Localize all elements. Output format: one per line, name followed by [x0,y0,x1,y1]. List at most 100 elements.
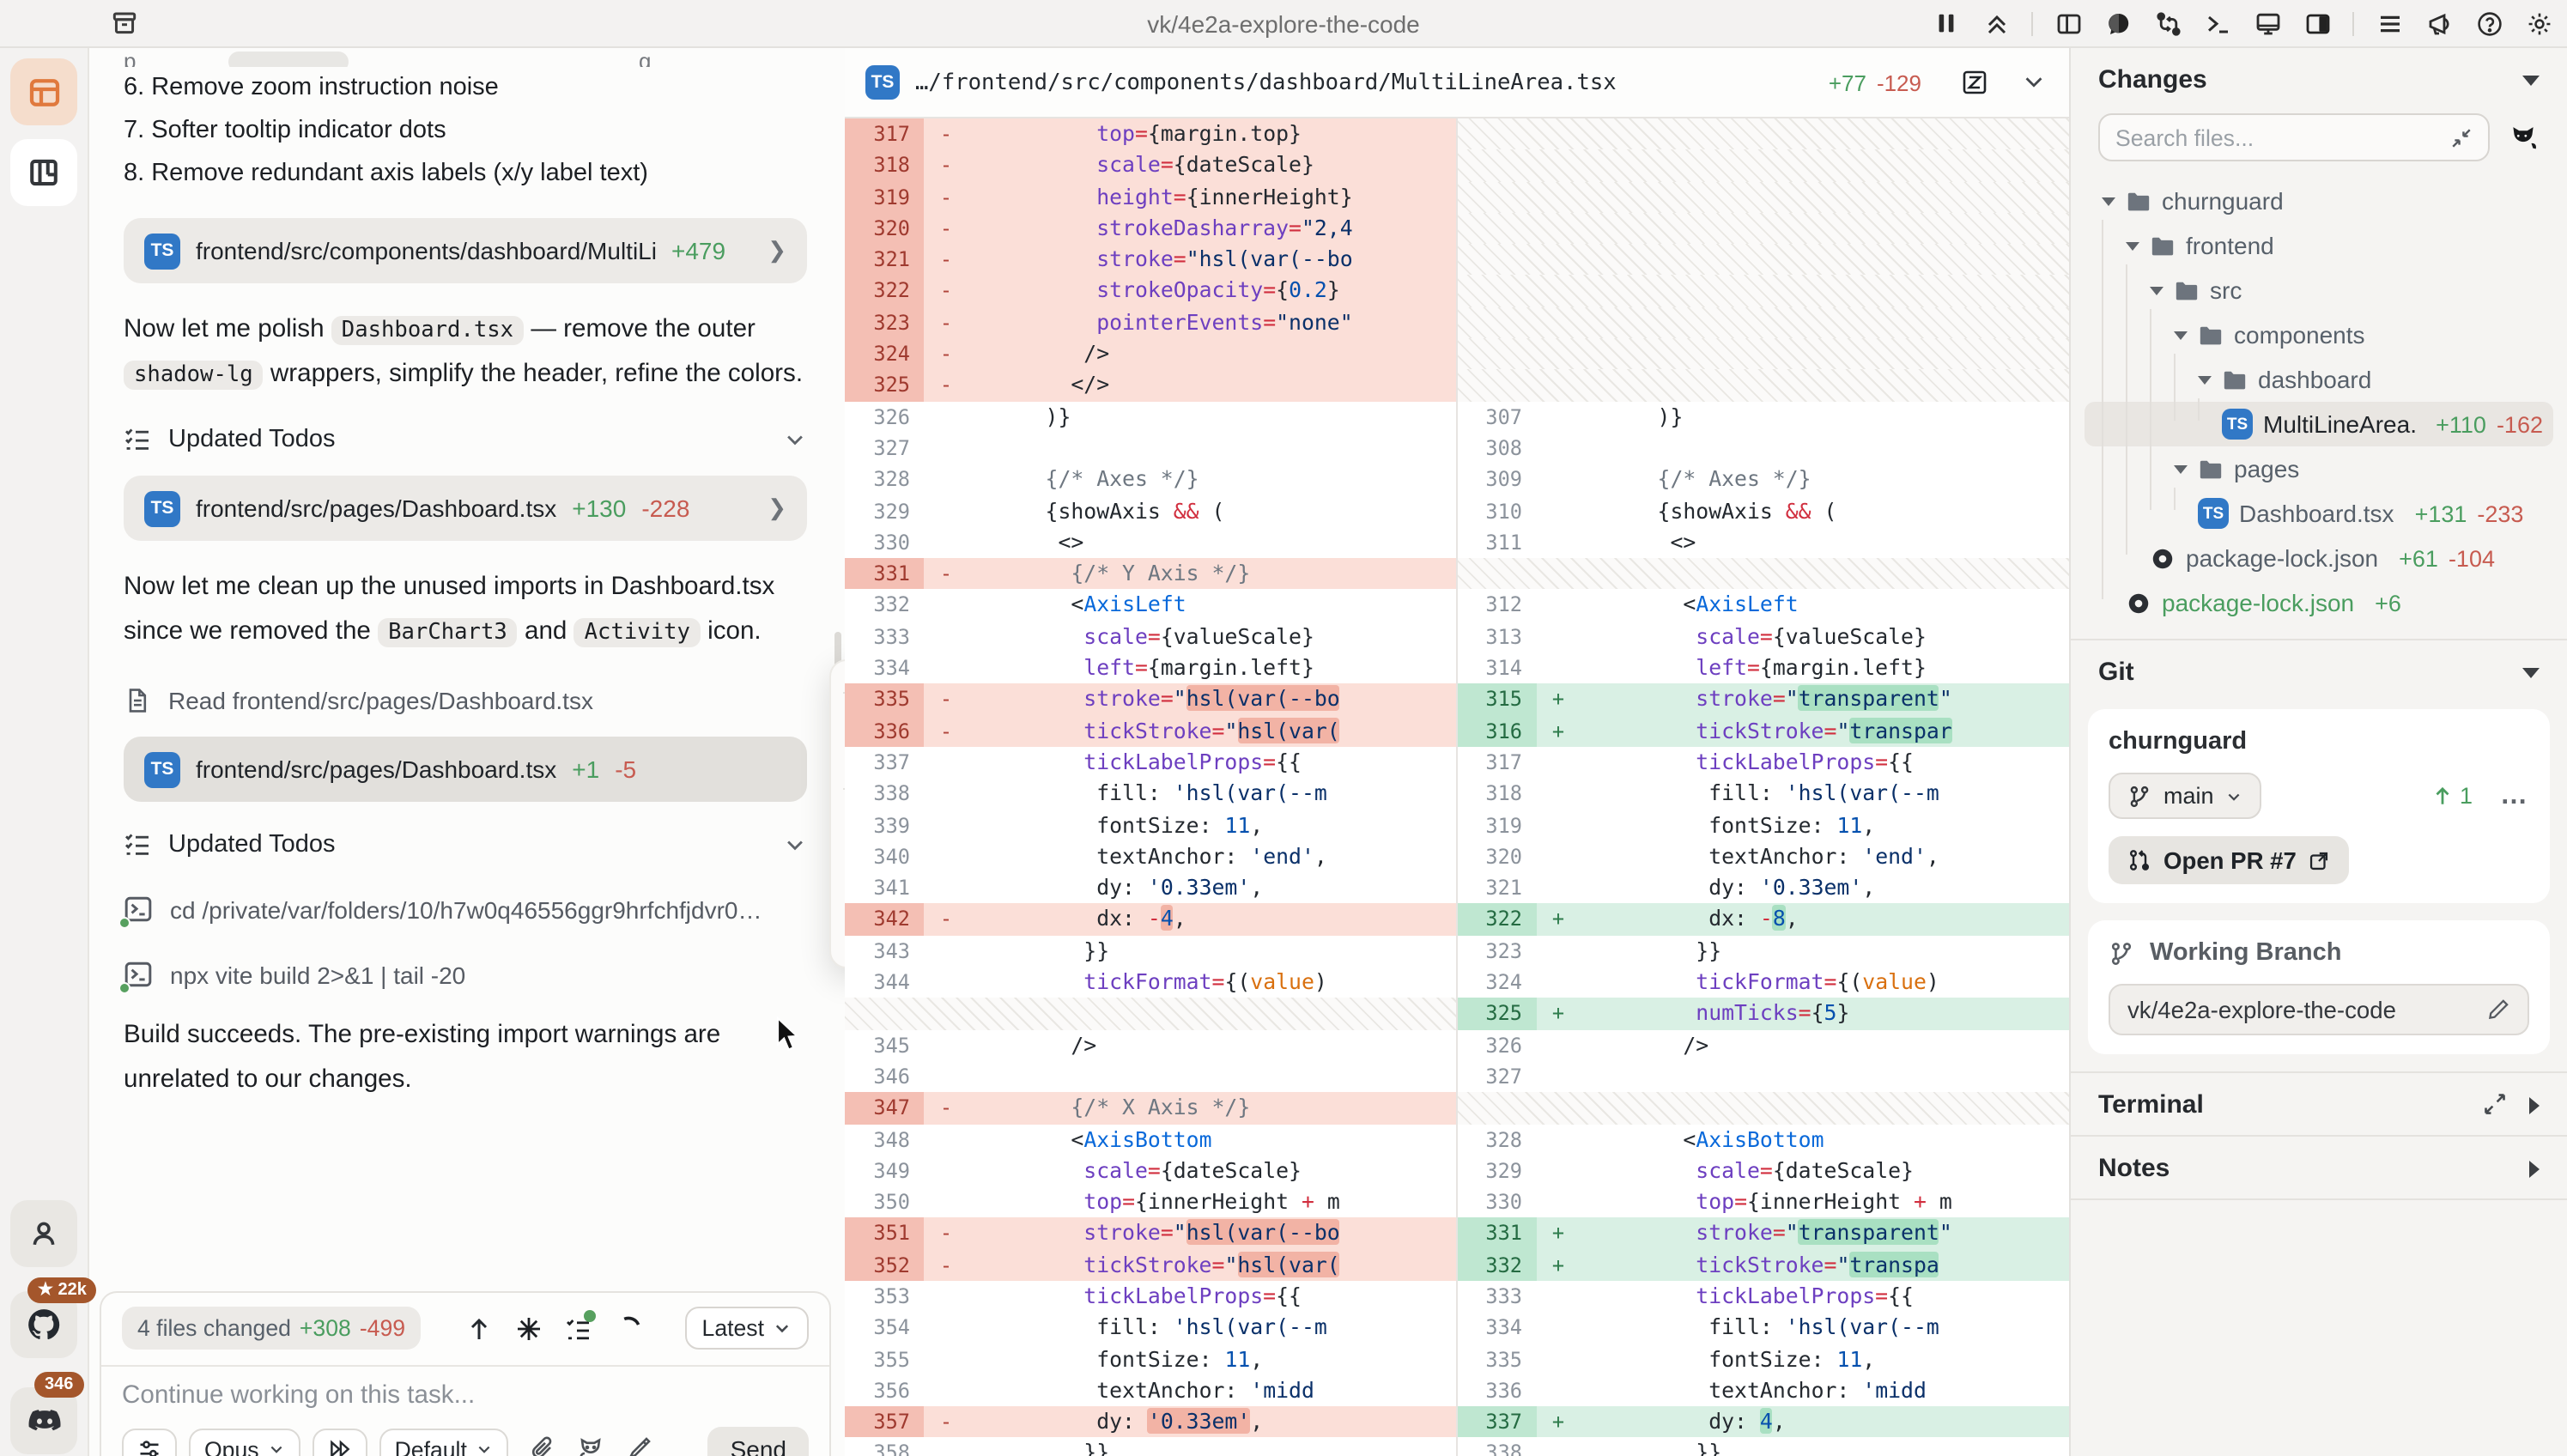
mouse-cursor [776,1016,805,1054]
branch-selector[interactable]: main [2109,773,2262,819]
pause-icon[interactable] [1932,9,1961,38]
model-selector[interactable]: Opus [189,1428,300,1456]
git-section-header[interactable]: Git [2071,639,2567,702]
file-chip-dashboard-2[interactable]: TS frontend/src/pages/Dashboard.tsx +1 -… [124,737,807,802]
updated-todos-row[interactable]: Updated Todos [124,426,807,453]
tree-folder-components[interactable]: components [2085,312,2553,357]
chat-bubble-icon[interactable] [2103,9,2133,38]
tree-file-package-lock.json[interactable]: package-lock.json+61-104 [2085,536,2553,580]
changes-section-header[interactable]: Changes [2071,48,2567,110]
settings-sliders-button[interactable] [122,1428,177,1456]
tree-folder-src[interactable]: src [2085,268,2553,312]
monitor-icon[interactable] [2253,9,2282,38]
discord-button[interactable]: 346 [10,1387,77,1454]
diff-row: 336- tickStroke="hsl(var(316+ tickStroke… [845,715,2069,747]
tree-file-MultiLineArea.tsx[interactable]: TSMultiLineArea.tsx+110-162 [2085,402,2553,446]
tree-folder-pages[interactable]: pages [2085,446,2553,491]
edit-pencil-icon[interactable] [2486,998,2510,1022]
github-icon [26,1307,62,1343]
diff-row: 357- dy: '0.33em',337+ dy: 4, [845,1406,2069,1438]
cat-files-icon[interactable] [2507,121,2540,154]
todos-status-icon[interactable] [565,1314,592,1342]
open-pr-button[interactable]: Open PR #7 [2109,836,2350,884]
ts-file-icon: TS [2222,409,2253,440]
working-branch-title: Working Branch [2150,939,2341,967]
caret-down-icon [2102,197,2115,205]
diff-row: 327308 [845,433,2069,464]
notes-section-header[interactable]: Notes [2071,1135,2567,1198]
diff-row: 337 tickLabelProps={{317 tickLabelProps=… [845,747,2069,779]
diff-removed-count: -129 [1877,70,1921,95]
help-icon[interactable] [2474,9,2503,38]
fast-forward-button[interactable] [313,1428,367,1456]
chevron-right-icon: ❯ [768,494,786,522]
ts-file-icon: TS [144,233,180,269]
terminal-command-row[interactable]: npx vite build 2>&1 | tail -20 [124,960,807,989]
git-repo-card: churnguard main 1 … Open PR #7 [2088,709,2550,903]
topbar-divider [2031,11,2033,35]
tree-folder-frontend[interactable]: frontend [2085,223,2553,268]
version-selector[interactable]: Latest [685,1307,809,1350]
message-hover-toolbar [829,659,845,968]
diff-row: 347- {/* X Axis */} [845,1092,2069,1124]
account-button[interactable] [10,1200,77,1267]
inline-code-chip: shadow-lg [124,360,264,389]
caret-down-icon [2150,286,2163,294]
inline-code-chip: Dashboard.tsx [331,316,524,345]
git-compare-icon[interactable] [2153,9,2182,38]
todo-line: 6. Remove zoom instruction noise [124,67,807,110]
terminal-section-header[interactable]: Terminal [2071,1071,2567,1135]
mode-selector[interactable]: Default [379,1428,508,1456]
inline-code-chip: Activity [574,617,701,646]
attachment-paperclip-icon[interactable] [529,1435,556,1456]
updated-todos-row[interactable]: Updated Todos [124,831,807,858]
diff-row: 353 tickLabelProps={{333 tickLabelProps=… [845,1281,2069,1313]
tree-folder-churnguard[interactable]: churnguard [2085,179,2553,223]
ts-file-icon: TS [144,490,180,526]
kanban-board-button[interactable] [10,139,77,206]
more-actions-button[interactable]: … [2500,780,2529,811]
send-button[interactable]: Send [708,1427,809,1456]
collapse-up-icon[interactable] [1981,9,2011,38]
collapse-tree-icon[interactable] [2450,126,2473,149]
todo-line: 7. Softer tooltip indicator dots [124,110,807,153]
diff-panel: TS …/frontend/src/components/dashboard/M… [845,48,2071,1456]
terminal-icon[interactable] [2203,9,2232,38]
ts-file-icon: TS [865,65,900,100]
tree-folder-dashboard[interactable]: dashboard [2085,357,2553,402]
panel-right-icon[interactable] [2303,9,2332,38]
spinner-icon [615,1314,642,1342]
megaphone-icon[interactable] [2424,9,2454,38]
chevron-down-icon [783,833,807,857]
file-chip-dashboard[interactable]: TS frontend/src/pages/Dashboard.tsx +130… [124,476,807,541]
files-changed-chip[interactable]: 4 files changed +308 -499 [122,1307,421,1350]
removed-count: -5 [615,755,636,783]
tree-file-Dashboard.tsx[interactable]: TSDashboard.tsx+131-233 [2085,491,2553,536]
pen-icon[interactable] [625,1435,652,1456]
folder-icon [2126,188,2151,214]
added-count: +1 [572,755,599,783]
folder-icon [2198,322,2224,348]
tree-file-package-lock.json[interactable]: package-lock.json+6 [2085,580,2553,625]
settings-gear-icon[interactable] [2524,9,2553,38]
read-file-row[interactable]: Read frontend/src/pages/Dashboard.tsx [124,687,807,714]
diff-row: 350 top={innerHeight + m330 top={innerHe… [845,1186,2069,1218]
github-button[interactable]: ★ 22k [10,1291,77,1358]
terminal-command-row[interactable]: cd /private/var/folders/10/h7w0q46556ggr… [124,895,807,924]
menu-icon[interactable] [2375,9,2404,38]
collapse-diff-icon[interactable] [2021,69,2048,96]
chat-input[interactable]: Continue working on this task... [122,1382,809,1410]
spark-icon[interactable] [515,1314,543,1342]
search-input[interactable]: Search files... [2098,113,2490,161]
panel-left-icon[interactable] [2054,9,2083,38]
cat-agent-icon[interactable] [577,1435,604,1456]
file-chip-multilinearea[interactable]: TS frontend/src/components/dashboard/Mul… [124,218,807,283]
diff-row: 332 <AxisLeft312 <AxisLeft [845,590,2069,622]
expand-terminal-icon[interactable] [2483,1092,2509,1118]
working-branch-input[interactable]: vk/4e2a-explore-the-code [2109,984,2529,1035]
scroll-up-icon[interactable] [465,1314,493,1342]
diff-row: 324- /> [845,338,2069,370]
diff-view-icon[interactable] [1961,69,1988,96]
workspace-layout-button[interactable] [10,58,77,125]
diff-row: 334 left={margin.left}314 left={margin.l… [845,652,2069,684]
